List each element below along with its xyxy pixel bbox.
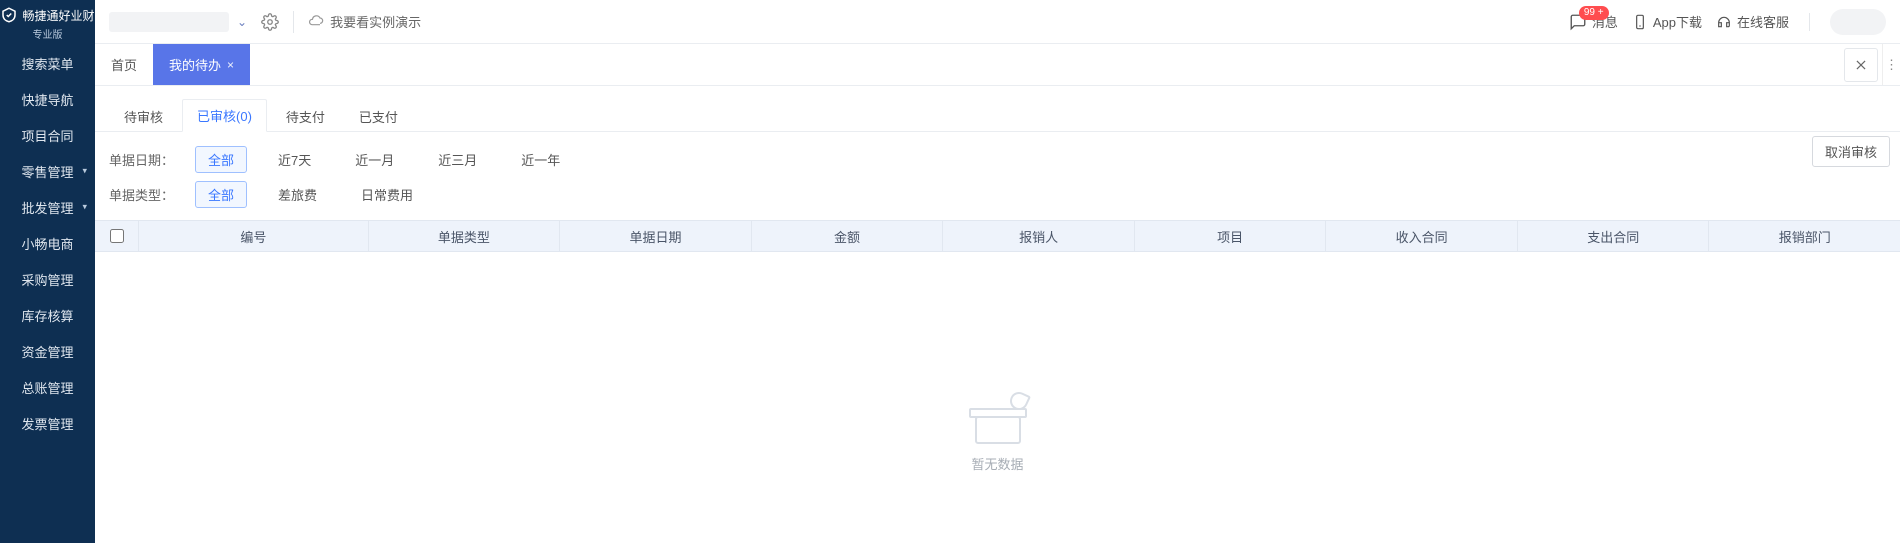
subtab-approved[interactable]: 已审核(0) [182,99,267,132]
user-avatar[interactable] [1830,9,1886,35]
th-department: 报销部门 [1709,221,1900,251]
th-claimer: 报销人 [943,221,1135,251]
page-tabs: 首页 我的待办 × ⋮ [95,44,1900,86]
subtab-pending-approve[interactable]: 待审核 [109,100,178,132]
th-amount: 金额 [752,221,944,251]
online-service-button[interactable]: 在线客服 [1716,12,1789,31]
chip-date-1m[interactable]: 近一月 [342,146,407,173]
brand-name: 畅捷通好业财 [22,7,94,24]
chip-type-travel[interactable]: 差旅费 [265,181,330,208]
divider [1809,13,1810,31]
sidebar-item-project-contract[interactable]: 项目合同 [0,117,95,153]
sidebar-item-ledger[interactable]: 总账管理 [0,369,95,405]
tab-home[interactable]: 首页 [95,44,153,85]
filters-block: 取消审核 单据日期： 全部 近7天 近一月 近三月 近一年 单据类型： 全部 差… [95,132,1900,212]
subtab-paid[interactable]: 已支付 [344,100,413,132]
sidebar-item-quick-nav[interactable]: 快捷导航 [0,81,95,117]
messages-button[interactable]: 99 + 消息 [1569,12,1618,31]
chip-type-daily[interactable]: 日常费用 [348,181,426,208]
tabs-more-handle[interactable]: ⋮ [1882,44,1900,85]
empty-text: 暂无数据 [971,454,1023,473]
divider [293,11,294,33]
empty-box-icon [962,392,1034,444]
service-label: 在线客服 [1737,12,1789,31]
chip-date-all[interactable]: 全部 [195,146,247,173]
sidebar-item-search-menu[interactable]: 搜索菜单 [0,45,95,81]
settings-icon[interactable] [261,13,279,31]
close-icon[interactable]: × [227,58,234,72]
subtab-pending-pay[interactable]: 待支付 [271,100,340,132]
data-table: 编号 单据类型 单据日期 金额 报销人 项目 收入合同 支出合同 报销部门 [95,212,1900,493]
sidebar-item-capital[interactable]: 资金管理 [0,333,95,369]
messages-badge: 99 + [1579,6,1609,20]
th-date: 单据日期 [560,221,752,251]
chevron-down-icon: ▾ [82,166,87,177]
sidebar-item-wholesale[interactable]: 批发管理▾ [0,189,95,225]
chevron-down-icon: ▾ [82,202,87,213]
th-expense: 支出合同 [1518,221,1710,251]
demo-link[interactable]: 我要看实例演示 [308,12,421,31]
sidebar: 畅捷通好业财 专业版 搜索菜单 快捷导航 项目合同 零售管理▾ 批发管理▾ 小畅… [0,0,95,543]
th-checkbox [95,221,139,251]
cancel-approve-button[interactable]: 取消审核 [1812,136,1890,167]
empty-state: 暂无数据 [95,252,1900,493]
brand-block: 畅捷通好业财 专业版 [0,0,95,45]
cloud-icon [308,14,324,30]
topbar: ⌄ 我要看实例演示 99 + 消息 [95,0,1900,44]
sidebar-item-invoice[interactable]: 发票管理 [0,405,95,441]
chevron-down-icon: ⌄ [237,15,247,29]
headset-icon [1716,14,1732,30]
sidebar-item-ecommerce[interactable]: 小畅电商 [0,225,95,261]
chip-date-3m[interactable]: 近三月 [425,146,490,173]
chip-date-1y[interactable]: 近一年 [508,146,573,173]
th-project: 项目 [1135,221,1327,251]
th-id: 编号 [139,221,369,251]
brand-edition: 专业版 [33,26,63,41]
chip-date-7d[interactable]: 近7天 [265,146,324,173]
download-label: App下载 [1653,12,1702,31]
sidebar-item-retail[interactable]: 零售管理▾ [0,153,95,189]
content-area: 待审核 已审核(0) 待支付 已支付 取消审核 单据日期： 全部 近7天 近一月… [95,86,1900,493]
th-income: 收入合同 [1326,221,1518,251]
mobile-icon [1632,14,1648,30]
sidebar-item-inventory[interactable]: 库存核算 [0,297,95,333]
app-download-button[interactable]: App下载 [1632,12,1702,31]
filter-type-label: 单据类型： [109,185,177,204]
chip-type-all[interactable]: 全部 [195,181,247,208]
sidebar-item-purchase[interactable]: 采购管理 [0,261,95,297]
demo-label: 我要看实例演示 [330,12,421,31]
brand-logo-icon [0,6,18,24]
tab-my-todo[interactable]: 我的待办 × [153,44,250,85]
th-type: 单据类型 [369,221,561,251]
select-all-checkbox[interactable] [110,229,124,243]
org-selector[interactable]: ⌄ [109,12,247,32]
org-name-placeholder [109,12,229,32]
close-all-tabs-button[interactable] [1844,48,1878,82]
status-subtabs: 待审核 已审核(0) 待支付 已支付 [95,86,1900,132]
filter-date-label: 单据日期： [109,150,177,169]
